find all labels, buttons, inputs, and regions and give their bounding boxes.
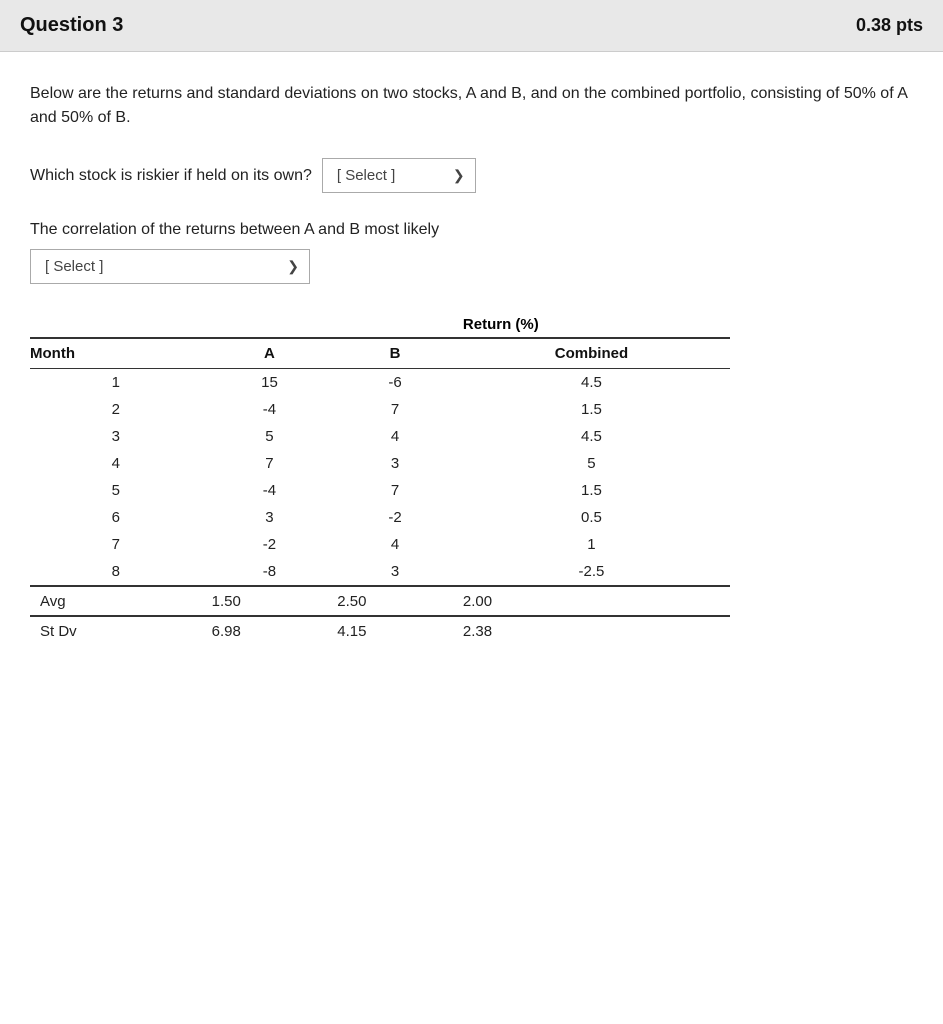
data-table-section: Return (%) Month A B Combined 1 15 -6 4.… bbox=[30, 316, 913, 645]
cell-b: 3 bbox=[337, 450, 463, 477]
table-row: 1 15 -6 4.5 bbox=[30, 369, 730, 397]
cell-b: 4 bbox=[337, 423, 463, 450]
page-container: Question 3 0.38 pts Below are the return… bbox=[0, 0, 943, 1024]
table-wrapper: Return (%) Month A B Combined 1 15 -6 4.… bbox=[30, 316, 730, 645]
cell-month: 2 bbox=[30, 396, 212, 423]
cell-b: -6 bbox=[337, 369, 463, 397]
col-a: A bbox=[212, 338, 338, 369]
stdev-row: St Dv 6.98 4.15 2.38 bbox=[30, 616, 730, 645]
cell-month: 3 bbox=[30, 423, 212, 450]
cell-month: 5 bbox=[30, 477, 212, 504]
avg-b: 2.50 bbox=[337, 586, 463, 616]
returns-table: Return (%) Month A B Combined 1 15 -6 4.… bbox=[30, 316, 730, 645]
table-row: 4 7 3 5 bbox=[30, 450, 730, 477]
cell-a: -4 bbox=[212, 396, 338, 423]
q1-label: Which stock is riskier if held on its ow… bbox=[30, 167, 312, 185]
question-intro-text: Below are the returns and standard devia… bbox=[30, 82, 913, 130]
cell-b: -2 bbox=[337, 504, 463, 531]
cell-a: 3 bbox=[212, 504, 338, 531]
stdev-a: 6.98 bbox=[212, 616, 338, 645]
table-row: 5 -4 7 1.5 bbox=[30, 477, 730, 504]
table-row: 7 -2 4 1 bbox=[30, 531, 730, 558]
avg-a: 1.50 bbox=[212, 586, 338, 616]
cell-combined: 4.5 bbox=[463, 369, 730, 397]
cell-b: 4 bbox=[337, 531, 463, 558]
cell-a: 15 bbox=[212, 369, 338, 397]
q2-container: The correlation of the returns between A… bbox=[30, 221, 913, 284]
cell-month: 4 bbox=[30, 450, 212, 477]
avg-label: Avg bbox=[30, 586, 212, 616]
col-b: B bbox=[337, 338, 463, 369]
col-header-row: Month A B Combined bbox=[30, 338, 730, 369]
question-header: Question 3 0.38 pts bbox=[0, 0, 943, 52]
cell-b: 3 bbox=[337, 558, 463, 586]
cell-combined: 1.5 bbox=[463, 396, 730, 423]
cell-b: 7 bbox=[337, 477, 463, 504]
avg-row: Avg 1.50 2.50 2.00 bbox=[30, 586, 730, 616]
cell-combined: 1 bbox=[463, 531, 730, 558]
table-row: 3 5 4 4.5 bbox=[30, 423, 730, 450]
question-points: 0.38 pts bbox=[856, 15, 923, 36]
table-row: 6 3 -2 0.5 bbox=[30, 504, 730, 531]
avg-combined: 2.00 bbox=[463, 586, 730, 616]
return-header-row: Return (%) bbox=[30, 316, 730, 338]
cell-combined: 5 bbox=[463, 450, 730, 477]
stdev-label: St Dv bbox=[30, 616, 212, 645]
cell-combined: 0.5 bbox=[463, 504, 730, 531]
cell-month: 6 bbox=[30, 504, 212, 531]
cell-month: 7 bbox=[30, 531, 212, 558]
stdev-combined: 2.38 bbox=[463, 616, 730, 645]
cell-a: 7 bbox=[212, 450, 338, 477]
cell-b: 7 bbox=[337, 396, 463, 423]
col-combined: Combined bbox=[463, 338, 730, 369]
question-title: Question 3 bbox=[20, 14, 123, 37]
cell-month: 1 bbox=[30, 369, 212, 397]
q2-select-value[interactable]: [ Select ] bbox=[31, 250, 277, 283]
cell-combined: -2.5 bbox=[463, 558, 730, 586]
cell-a: -4 bbox=[212, 477, 338, 504]
return-header-cell: Return (%) bbox=[212, 316, 730, 338]
q1-chevron-icon[interactable]: ❯ bbox=[443, 159, 475, 192]
q1-select-value[interactable]: [ Select ] bbox=[323, 159, 443, 192]
table-row: 2 -4 7 1.5 bbox=[30, 396, 730, 423]
q1-container: Which stock is riskier if held on its ow… bbox=[30, 158, 913, 193]
q2-label: The correlation of the returns between A… bbox=[30, 221, 913, 239]
cell-a: -8 bbox=[212, 558, 338, 586]
stdev-b: 4.15 bbox=[337, 616, 463, 645]
cell-a: 5 bbox=[212, 423, 338, 450]
cell-combined: 1.5 bbox=[463, 477, 730, 504]
q2-chevron-icon[interactable]: ❯ bbox=[277, 250, 309, 283]
cell-combined: 4.5 bbox=[463, 423, 730, 450]
col-month: Month bbox=[30, 338, 212, 369]
question-body: Below are the returns and standard devia… bbox=[0, 52, 943, 675]
q1-select-wrapper[interactable]: [ Select ] ❯ bbox=[322, 158, 476, 193]
table-row: 8 -8 3 -2.5 bbox=[30, 558, 730, 586]
q2-select-wrapper[interactable]: [ Select ] ❯ bbox=[30, 249, 310, 284]
cell-a: -2 bbox=[212, 531, 338, 558]
cell-month: 8 bbox=[30, 558, 212, 586]
